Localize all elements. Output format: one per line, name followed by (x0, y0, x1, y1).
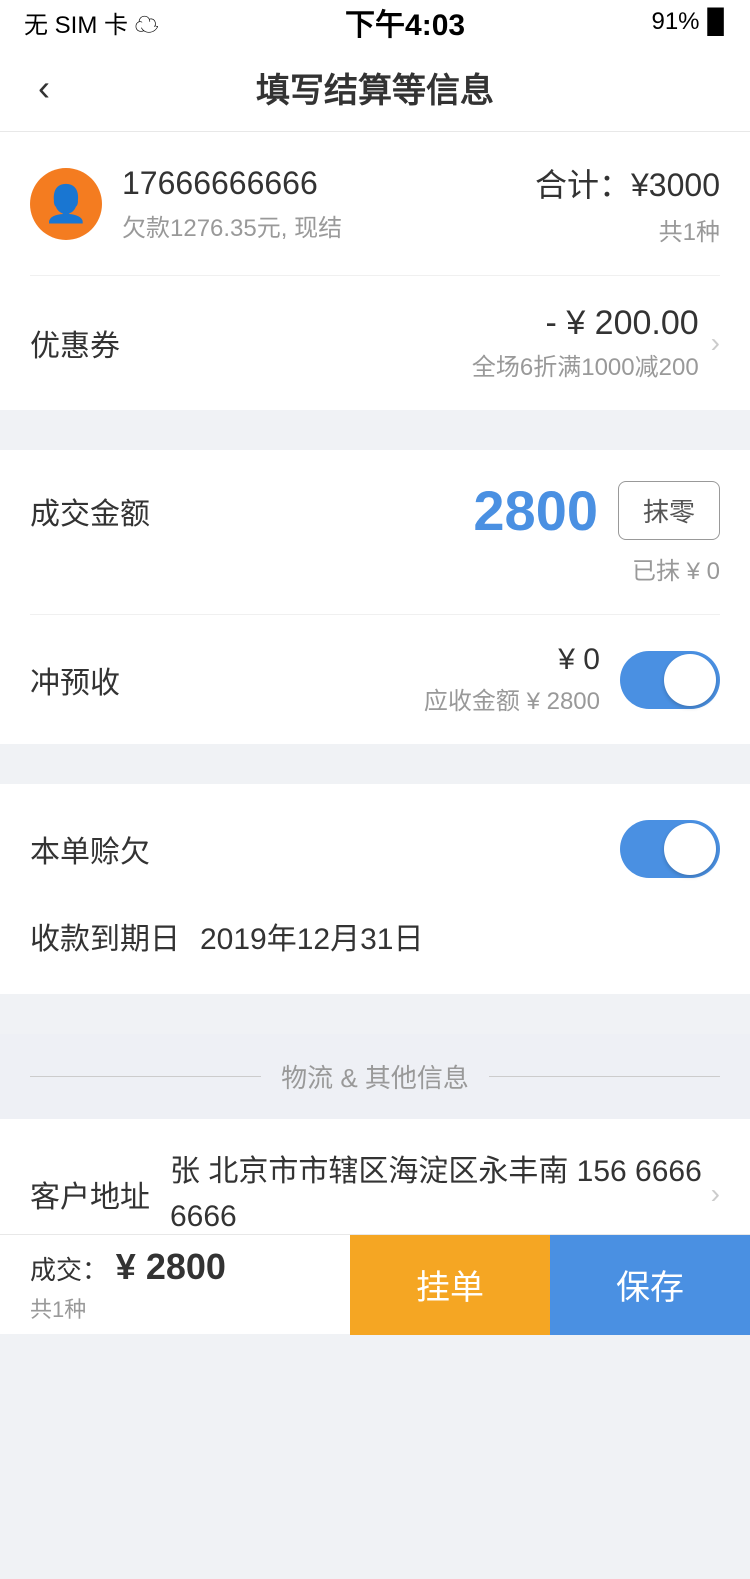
deal-right: 2800 抹零 (473, 478, 720, 543)
avatar: 👤 (30, 168, 102, 240)
bottom-deal-amount: ¥ 2800 (116, 1246, 226, 1287)
customer-card: 👤 17666666666 欠款1276.35元, 现结 合计：¥3000 共1… (0, 132, 750, 410)
page-title: 填写结算等信息 (256, 63, 494, 112)
credit-toggle[interactable] (620, 820, 720, 878)
deal-amount-row: 成交金额 2800 抹零 (0, 450, 750, 543)
back-button[interactable]: ‹ (28, 57, 60, 119)
coupon-label: 优惠券 (30, 321, 120, 365)
coupon-discount: - ¥ 200.00 (472, 304, 699, 343)
section-divider-2 (0, 764, 750, 784)
deal-label: 成交金额 (30, 489, 150, 533)
precharge-amount: ¥ 0 (424, 643, 600, 677)
bottom-bar: 成交： ¥ 2800 共1种 挂单 保存 (0, 1234, 750, 1334)
credit-label: 本单赊欠 (30, 827, 150, 871)
precharge-receivable: 应收金额 ¥ 2800 (424, 681, 600, 716)
coupon-desc: 全场6折满1000减200 (472, 347, 699, 382)
precharge-info: ¥ 0 应收金额 ¥ 2800 (424, 643, 600, 716)
bottom-deal-row: 成交： ¥ 2800 (30, 1246, 320, 1288)
address-chevron-icon: › (711, 1178, 720, 1210)
hold-button-label: 挂单 (416, 1260, 484, 1309)
total-amount: 合计：¥3000 (535, 160, 720, 206)
precharge-row: 冲预收 ¥ 0 应收金额 ¥ 2800 (0, 615, 750, 744)
customer-phone: 17666666666 (122, 165, 342, 202)
status-bar: 无 SIM 卡 ☁ 下午4:03 91% ▉ (0, 0, 750, 44)
status-right: 91% ▉ (651, 8, 726, 37)
section-divider-3 (0, 1014, 750, 1034)
chevron-right-icon: › (711, 327, 720, 359)
hold-button[interactable]: 挂单 (350, 1235, 550, 1335)
precharge-right: ¥ 0 应收金额 ¥ 2800 (424, 643, 720, 716)
duedate-label: 收款到期日 (30, 914, 180, 958)
battery-icon: ▉ (708, 8, 726, 37)
customer-debt: 欠款1276.35元, 现结 (122, 208, 342, 243)
save-button-label: 保存 (616, 1260, 684, 1309)
customer-row: 👤 17666666666 欠款1276.35元, 现结 合计：¥3000 共1… (0, 132, 750, 275)
sim-label: 无 SIM 卡 ☁ (24, 5, 159, 40)
bottom-deal-label: 成交： (30, 1255, 108, 1285)
duedate-row: 收款到期日 2019年12月31日 (0, 914, 750, 994)
duedate-value: 2019年12月31日 (200, 914, 423, 958)
nav-bar: ‹ 填写结算等信息 (0, 44, 750, 132)
avatar-icon: 👤 (44, 183, 89, 225)
section-divider-1 (0, 430, 750, 450)
save-button[interactable]: 保存 (550, 1235, 750, 1335)
total-count: 共1种 (535, 212, 720, 247)
logistics-line-right (489, 1076, 720, 1077)
round-button[interactable]: 抹零 (618, 481, 720, 540)
deal-card: 成交金额 2800 抹零 已抹 ¥ 0 冲预收 ¥ 0 应收金额 ¥ 2800 (0, 450, 750, 744)
customer-total: 合计：¥3000 共1种 (535, 160, 720, 247)
bottom-count: 共1种 (30, 1292, 320, 1324)
deal-amount-value: 2800 (473, 478, 598, 543)
bottom-summary: 成交： ¥ 2800 共1种 (0, 1246, 350, 1324)
main-content: 👤 17666666666 欠款1276.35元, 现结 合计：¥3000 共1… (0, 132, 750, 1579)
precharge-toggle[interactable] (620, 651, 720, 709)
precharge-label: 冲预收 (30, 658, 120, 702)
coupon-info: - ¥ 200.00 全场6折满1000减200 (472, 304, 699, 382)
coupon-right: - ¥ 200.00 全场6折满1000减200 › (472, 304, 720, 382)
address-value: 张 北京市市辖区海淀区永丰南 156 6666 6666 (170, 1149, 711, 1239)
deal-sub-text: 已抹 ¥ 0 (0, 543, 750, 614)
coupon-row[interactable]: 优惠券 - ¥ 200.00 全场6折满1000减200 › (0, 276, 750, 410)
toggle-knob (664, 654, 716, 706)
battery-label: 91% (651, 8, 699, 36)
address-label: 客户地址 (30, 1172, 150, 1216)
credit-toggle-knob (664, 823, 716, 875)
status-left: 无 SIM 卡 ☁ (24, 5, 159, 40)
logistics-header: 物流 & 其他信息 (0, 1034, 750, 1119)
credit-row: 本单赊欠 (0, 784, 750, 914)
logistics-line-left (30, 1076, 261, 1077)
customer-left: 👤 17666666666 欠款1276.35元, 现结 (30, 165, 342, 243)
logistics-title: 物流 & 其他信息 (281, 1058, 469, 1095)
credit-card: 本单赊欠 收款到期日 2019年12月31日 (0, 784, 750, 994)
status-time: 下午4:03 (345, 0, 465, 44)
customer-info: 17666666666 欠款1276.35元, 现结 (122, 165, 342, 243)
